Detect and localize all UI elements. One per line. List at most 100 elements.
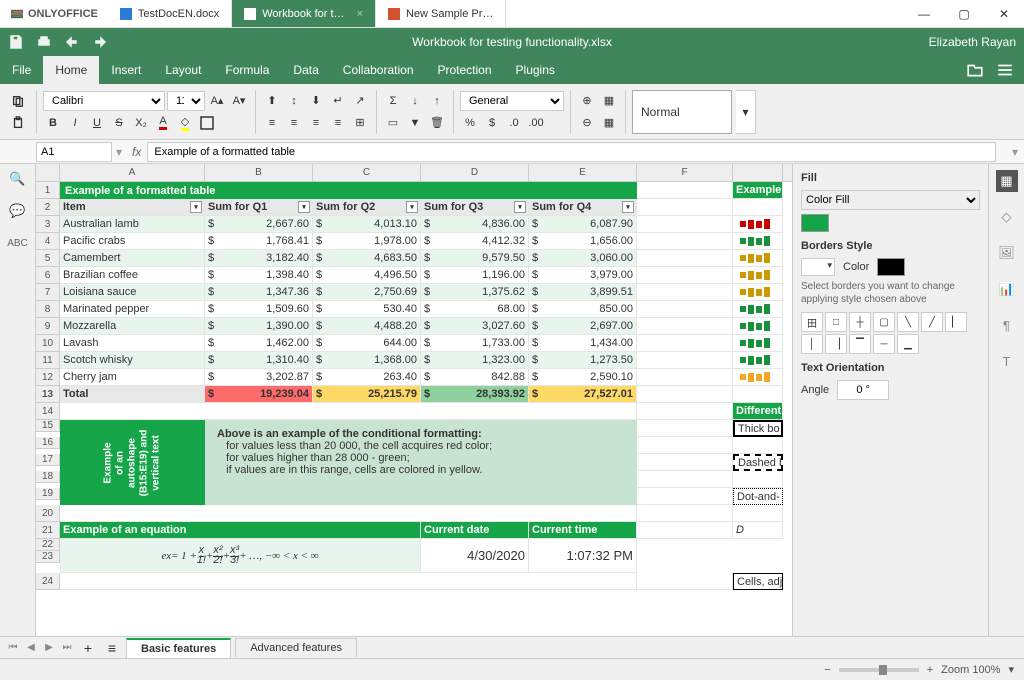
cell[interactable]: $1,398.40 xyxy=(205,267,313,284)
table-header-cell[interactable]: Sum for Q3▾ xyxy=(421,199,529,216)
increase-font-button[interactable]: A▴ xyxy=(207,91,227,111)
cell[interactable]: Brazilian coffee xyxy=(60,267,205,284)
cell[interactable]: Cells, adja xyxy=(733,573,783,590)
row-header[interactable]: 6 xyxy=(36,267,60,284)
filter-icon[interactable]: ▾ xyxy=(514,201,526,213)
save-icon[interactable] xyxy=(8,34,24,50)
cell[interactable]: $3,979.00 xyxy=(529,267,637,284)
sparkline-cell[interactable] xyxy=(733,369,783,386)
cell[interactable]: 4/30/2020 xyxy=(421,539,529,573)
image-settings-icon[interactable]: 🖼 xyxy=(996,242,1018,264)
minimize-button[interactable]: — xyxy=(904,0,944,28)
cell[interactable] xyxy=(60,505,637,522)
note-shape[interactable]: Above is an example of the conditional f… xyxy=(205,420,637,505)
cell[interactable]: Loisiana sauce xyxy=(60,284,205,301)
expand-formula-icon[interactable]: ▾ xyxy=(1006,145,1024,159)
table-header-cell[interactable]: Sum for Q4▾ xyxy=(529,199,637,216)
col-header[interactable]: E xyxy=(529,164,637,181)
cell[interactable]: Current time xyxy=(529,522,637,539)
cell[interactable] xyxy=(637,335,733,352)
cell[interactable]: Total xyxy=(60,386,205,403)
fill-type-select[interactable]: Color Fill xyxy=(801,190,980,210)
row-header[interactable]: 16 xyxy=(36,437,60,449)
sparkline-cell[interactable] xyxy=(733,335,783,352)
cell[interactable] xyxy=(637,454,733,471)
cell[interactable]: $19,239.04 xyxy=(205,386,313,403)
align-bottom-button[interactable]: ⬇ xyxy=(306,91,326,111)
row-header[interactable]: 1 xyxy=(36,182,60,199)
cell[interactable]: $2,750.69 xyxy=(313,284,421,301)
sparkline-cell[interactable] xyxy=(733,233,783,250)
fill-color-swatch[interactable] xyxy=(801,214,829,232)
zoom-in-button[interactable]: + xyxy=(927,664,933,676)
align-left-button[interactable]: ≡ xyxy=(262,113,282,133)
row-header[interactable]: 11 xyxy=(36,352,60,369)
cell[interactable]: Dashed b xyxy=(733,454,783,471)
orientation-button[interactable]: ↗ xyxy=(350,91,370,111)
cell[interactable] xyxy=(637,318,733,335)
menu-collab[interactable]: Collaboration xyxy=(331,56,426,84)
cell[interactable]: $1,273.50 xyxy=(529,352,637,369)
cell[interactable]: $3,182.40 xyxy=(205,250,313,267)
row-header[interactable]: 3 xyxy=(36,216,60,233)
row-header[interactable]: 17 xyxy=(36,454,60,466)
align-top-button[interactable]: ⬆ xyxy=(262,91,282,111)
undo-icon[interactable] xyxy=(64,34,80,50)
cell[interactable]: Australian lamb xyxy=(60,216,205,233)
cell[interactable] xyxy=(637,301,733,318)
fx-icon[interactable]: fx xyxy=(126,145,147,159)
filter-icon[interactable]: ▾ xyxy=(298,201,310,213)
chart-settings-icon[interactable]: 📊 xyxy=(996,278,1018,300)
filter-button[interactable]: ▼ xyxy=(405,113,425,133)
sheet-tab-active[interactable]: Basic features xyxy=(126,638,231,658)
wrap-text-button[interactable]: ↵ xyxy=(328,91,348,111)
cell[interactable]: $1,323.00 xyxy=(421,352,529,369)
cell[interactable]: $1,656.00 xyxy=(529,233,637,250)
cell[interactable]: $68.00 xyxy=(421,301,529,318)
row-header[interactable]: 15 xyxy=(36,420,60,432)
border-outer-button[interactable]: ▢ xyxy=(873,312,895,332)
cell[interactable] xyxy=(733,505,783,522)
sheet-nav-next[interactable]: ▶ xyxy=(42,642,56,653)
font-color-button[interactable]: A xyxy=(153,113,173,133)
table-header-cell[interactable]: Item▾ xyxy=(60,199,205,216)
zoom-label[interactable]: Zoom 100% xyxy=(941,664,1000,676)
row-header[interactable]: 4 xyxy=(36,233,60,250)
cell[interactable]: $1,768.41 xyxy=(205,233,313,250)
cell[interactable] xyxy=(733,437,783,454)
border-none-button[interactable]: □ xyxy=(825,312,847,332)
cell[interactable]: $4,836.00 xyxy=(421,216,529,233)
row-header[interactable]: 22 xyxy=(36,539,60,551)
sort-desc-button[interactable]: ↑ xyxy=(427,91,447,111)
row-header[interactable]: 13 xyxy=(36,386,60,403)
border-inner-button[interactable]: ┼ xyxy=(849,312,871,332)
doc-tab[interactable]: TestDocEN.docx xyxy=(108,0,232,27)
angle-input[interactable] xyxy=(837,380,889,400)
cell[interactable]: $1,434.00 xyxy=(529,335,637,352)
cell[interactable]: $1,509.60 xyxy=(205,301,313,318)
cell[interactable] xyxy=(637,182,733,199)
cell[interactable] xyxy=(637,437,733,454)
col-header[interactable]: C xyxy=(313,164,421,181)
cell[interactable]: $4,013.10 xyxy=(313,216,421,233)
cell[interactable]: $3,060.00 xyxy=(529,250,637,267)
cell[interactable] xyxy=(637,488,733,505)
cell[interactable]: $2,590.10 xyxy=(529,369,637,386)
cell[interactable]: $4,412.32 xyxy=(421,233,529,250)
conditional-format-button[interactable]: ▦ xyxy=(599,91,619,111)
insert-cells-button[interactable]: ⊕ xyxy=(577,91,597,111)
sheet-list-button[interactable]: ≡ xyxy=(102,640,122,656)
spreadsheet-grid[interactable]: A B C D E F 1Example of a formatted tabl… xyxy=(36,164,792,636)
zoom-slider[interactable] xyxy=(839,668,919,672)
cell[interactable]: $1,978.00 xyxy=(313,233,421,250)
cell[interactable]: $1,375.62 xyxy=(421,284,529,301)
delete-cells-button[interactable]: ⊖ xyxy=(577,113,597,133)
border-style-select[interactable] xyxy=(801,258,835,276)
border-diag-up-button[interactable]: ╱ xyxy=(921,312,943,332)
align-justify-button[interactable]: ≡ xyxy=(328,113,348,133)
cell[interactable]: $3,899.51 xyxy=(529,284,637,301)
borders-button[interactable] xyxy=(197,113,217,133)
border-vert-button[interactable]: │ xyxy=(801,334,823,354)
search-icon[interactable]: 🔍 xyxy=(9,170,27,188)
cell[interactable]: $3,202.87 xyxy=(205,369,313,386)
